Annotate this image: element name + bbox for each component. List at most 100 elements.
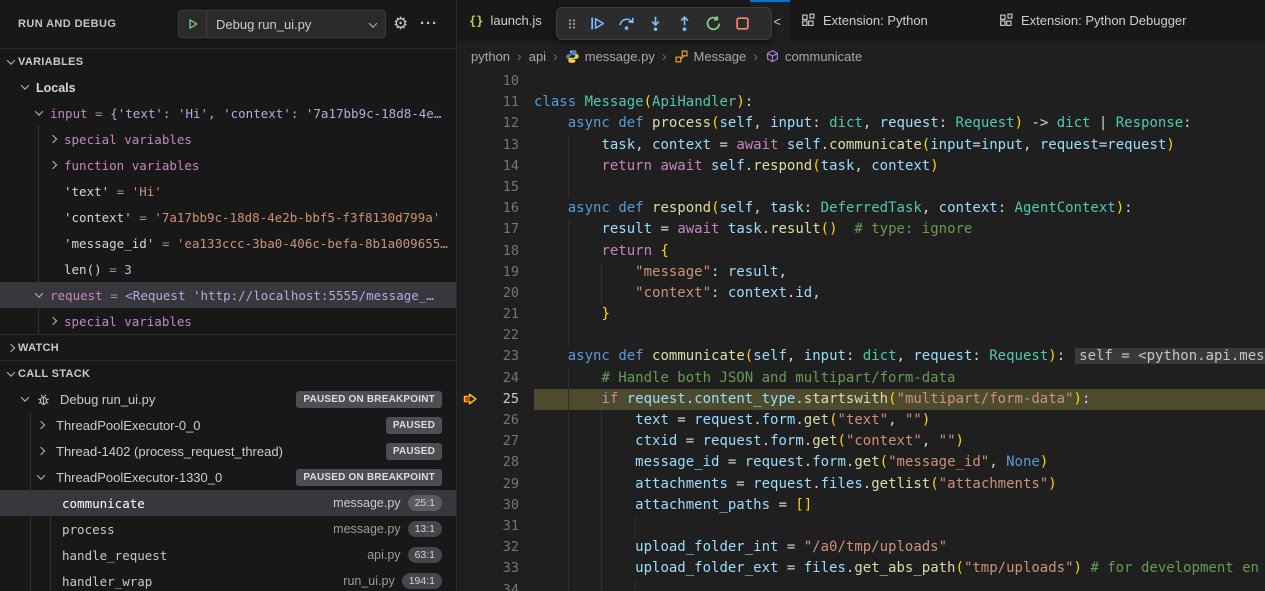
code-line-content[interactable]: result = await task.result() # type: ign… [534,219,1265,241]
code-line-content[interactable]: async def communicate(self, input: dict,… [534,346,1265,367]
code-line-content[interactable]: attachment_paths = [] [534,494,1265,516]
line-number[interactable]: 22 [482,325,534,346]
variable-row[interactable]: function variables [0,152,456,178]
line-number[interactable]: 28 [482,452,534,473]
tab-extension-python-debugger[interactable]: Extension: Python Debugger [988,0,1265,41]
code-line-content[interactable]: upload_folder_int = "/a0/tmp/uploads" [534,537,1265,559]
variable-row[interactable]: special variables [0,308,456,334]
line-number[interactable]: 31 [482,516,534,537]
line-number[interactable]: 21 [482,304,534,325]
code-line-content[interactable]: async def process(self, input: dict, req… [534,113,1265,134]
code-line[interactable]: 18 return { [458,240,1265,262]
code-line-content[interactable]: message_id = request.form.get("message_i… [534,452,1265,474]
code-line-content[interactable]: "message": result, [534,261,1265,283]
line-number[interactable]: 29 [482,474,534,495]
line-number[interactable]: 14 [482,156,534,177]
code-line-content[interactable]: attachments = request.files.getlist("att… [534,473,1265,495]
code-line[interactable]: 13 task, context = await self.communicat… [458,134,1265,156]
breadcrumb-item-file[interactable]: message.py [565,49,655,64]
restart-icon[interactable] [699,10,728,37]
code-line[interactable]: 34 [458,579,1265,591]
tab-extension-python[interactable]: Extension: Python [790,0,987,41]
callstack-frame-row[interactable]: handle_request api.py 63:1 [0,542,456,568]
code-line-content[interactable]: class Message(ApiHandler): [534,92,1265,113]
code-line-content[interactable]: return { [534,240,1265,262]
code-line[interactable]: 30 attachment_paths = [] [458,494,1265,516]
line-number[interactable]: 17 [482,219,534,240]
step-out-icon[interactable] [670,10,699,37]
code-line[interactable]: 23 async def communicate(self, input: di… [458,346,1265,367]
code-line[interactable]: 32 upload_folder_int = "/a0/tmp/uploads" [458,537,1265,559]
line-number[interactable]: 30 [482,495,534,516]
code-line[interactable]: 20 "context": context.id, [458,282,1265,305]
breadcrumb-item-class[interactable]: Message [674,49,746,64]
line-number[interactable]: 26 [482,410,534,431]
code-line-content[interactable]: # Handle both JSON and multipart/form-da… [534,367,1265,389]
code-line-content[interactable]: ctxid = request.form.get("context", "") [534,431,1265,453]
variable-row[interactable]: 'context' = '7a17bb9c-18d8-4e2b-bbf5-f3f… [0,204,456,230]
line-number[interactable]: 25 [482,389,534,410]
code-line[interactable]: 15 [458,176,1265,199]
step-into-icon[interactable] [641,10,670,37]
code-line-content[interactable]: "context": context.id, [534,282,1265,305]
code-line[interactable]: 10 [458,71,1265,92]
code-line[interactable]: 27 ctxid = request.form.get("context", "… [458,431,1265,453]
code-line[interactable]: 25 if request.content_type.startswith("m… [458,388,1265,410]
code-line[interactable]: 17 result = await task.result() # type: … [458,219,1265,241]
code-line[interactable]: 12 async def process(self, input: dict, … [458,113,1265,134]
breakpoint-current-icon[interactable] [458,391,482,407]
gear-icon[interactable]: ⚙ [393,14,408,34]
line-number[interactable]: 34 [482,580,534,591]
stop-icon[interactable] [728,10,757,37]
line-number[interactable]: 19 [482,262,534,283]
code-line-content[interactable]: if request.content_type.startswith("mult… [534,388,1265,410]
code-line-content[interactable] [534,176,1265,199]
start-debugging-button[interactable] [179,11,207,37]
code-line[interactable]: 16 async def respond(self, task: Deferre… [458,198,1265,219]
code-line[interactable]: 28 message_id = request.form.get("messag… [458,452,1265,474]
breadcrumb-item-method[interactable]: communicate [765,49,862,64]
code-line-content[interactable] [534,71,1265,92]
line-number[interactable]: 12 [482,113,534,134]
variable-row[interactable]: special variables [0,126,456,152]
line-number[interactable]: 32 [482,537,534,558]
line-number[interactable]: 24 [482,368,534,389]
line-number[interactable]: 11 [482,92,534,113]
callstack-thread-row[interactable]: ThreadPoolExecutor-1330_0 PAUSED ON BREAK… [0,464,456,490]
variable-row[interactable]: len() = 3 [0,256,456,282]
variable-row[interactable]: 'message_id' = 'ea133ccc-3ba0-406c-befa-… [0,230,456,256]
code-line[interactable]: 29 attachments = request.files.getlist("… [458,473,1265,495]
toolbar-drag-handle[interactable] [561,10,583,37]
line-number[interactable]: 10 [482,71,534,92]
code-line[interactable]: 19 "message": result, [458,261,1265,283]
code-line-content[interactable] [534,579,1265,591]
variable-row[interactable]: 'text' = 'Hi' [0,178,456,204]
callstack-thread-row[interactable]: ThreadPoolExecutor-0_0 PAUSED [0,412,456,438]
code-line[interactable]: 24 # Handle both JSON and multipart/form… [458,367,1265,389]
code-editor[interactable]: 10 11 class Message(ApiHandler): 12 async d… [458,71,1265,591]
line-number[interactable]: 16 [482,198,534,219]
code-line[interactable]: 26 text = request.form.get("text", "") [458,410,1265,432]
breadcrumb-item-api[interactable]: api [529,49,546,64]
callstack-thread-row[interactable]: Thread-1402 (process_request_thread) PAUS… [0,438,456,464]
code-line[interactable]: 14 return await self.respond(task, conte… [458,155,1265,177]
variable-row[interactable]: Locals [0,74,456,100]
continue-icon[interactable] [583,10,612,37]
line-number[interactable]: 20 [482,283,534,304]
code-line-content[interactable]: } [534,304,1265,326]
tab-launch-json[interactable]: {} launch.js [458,0,558,41]
breadcrumb-item-python[interactable]: python [471,49,510,64]
line-number[interactable]: 13 [482,135,534,156]
code-line[interactable]: 33 upload_folder_ext = files.get_abs_pat… [458,558,1265,580]
code-line-content[interactable]: task, context = await self.communicate(i… [534,134,1265,156]
watch-section-header[interactable]: WATCH [0,334,456,360]
line-number[interactable]: 23 [482,346,534,367]
code-line[interactable]: 31 [458,515,1265,538]
code-line[interactable]: 11 class Message(ApiHandler): [458,92,1265,113]
line-number[interactable]: 15 [482,177,534,198]
line-number[interactable]: 33 [482,558,534,579]
code-line[interactable]: 21 } [458,304,1265,326]
callstack-session-row[interactable]: Debug run_ui.py PAUSED ON BREAKPOINT [0,386,456,412]
code-line-content[interactable]: text = request.form.get("text", "") [534,410,1265,432]
callstack-frame-row[interactable]: process message.py 13:1 [0,516,456,542]
